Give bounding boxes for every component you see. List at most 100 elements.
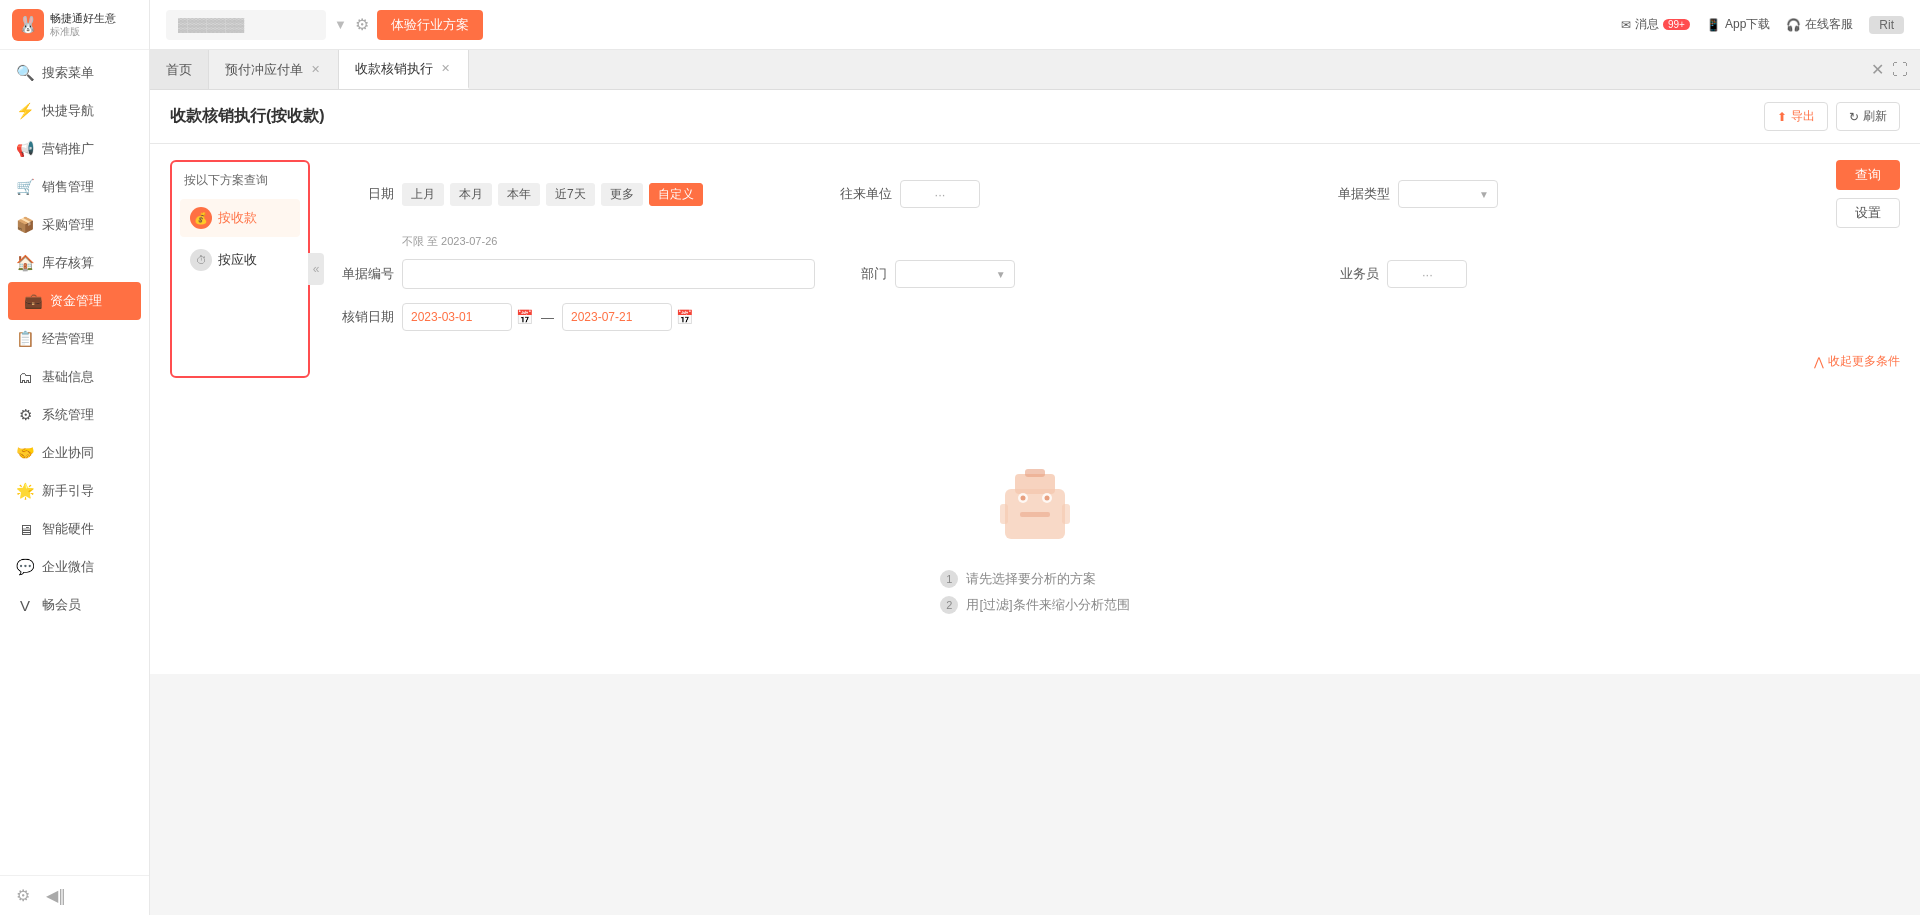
sidebar-item-shortcut[interactable]: ⚡快捷导航 xyxy=(0,92,149,130)
sidebar-item-sales[interactable]: 🛒销售管理 xyxy=(0,168,149,206)
filter-by-receipt[interactable]: 💰 按收款 xyxy=(180,199,300,237)
user-avatar[interactable]: Rit xyxy=(1869,16,1904,34)
tab-home[interactable]: 首页 xyxy=(150,50,209,89)
sidebar-bottom: ⚙ ◀‖ xyxy=(0,875,149,915)
tab-label-home: 首页 xyxy=(166,61,192,79)
page-content: 收款核销执行(按收款) ⬆ 导出 ↻ 刷新 按以下方案查询 💰 按收款 xyxy=(150,90,1920,915)
close-window-icon[interactable]: ✕ xyxy=(1871,60,1884,79)
shortcut-icon: ⚡ xyxy=(16,102,34,120)
sidebar-label-wechat: 企业微信 xyxy=(42,558,94,576)
refresh-button[interactable]: ↻ 刷新 xyxy=(1836,102,1900,131)
sidebar-item-system[interactable]: ⚙系统管理 xyxy=(0,396,149,434)
date-btn-本年[interactable]: 本年 xyxy=(498,183,540,206)
date-btn-上月[interactable]: 上月 xyxy=(402,183,444,206)
bill-type-field: 单据类型 ▼ xyxy=(1338,180,1816,208)
svg-rect-2 xyxy=(1025,469,1045,477)
sidebar: 🐰 畅捷通好生意 标准版 🔍搜索菜单⚡快捷导航📢营销推广🛒销售管理📦采购管理🏠库… xyxy=(0,0,150,915)
date-btn-自定义[interactable]: 自定义 xyxy=(649,183,703,206)
sidebar-item-marketing[interactable]: 📢营销推广 xyxy=(0,130,149,168)
message-button[interactable]: ✉ 消息 99+ xyxy=(1621,16,1690,33)
svg-rect-9 xyxy=(1062,504,1070,524)
sidebar-item-hardware[interactable]: 🖥智能硬件 xyxy=(0,510,149,548)
sidebar-item-inventory[interactable]: 🏠 库存核算 xyxy=(0,244,149,282)
main-area: ▓▓▓▓▓▓▓ ▼ ⚙ 体验行业方案 ✉ 消息 99+ 📱 App下载 🎧 在线… xyxy=(150,0,1920,915)
header-actions: ⬆ 导出 ↻ 刷新 xyxy=(1764,102,1900,131)
filter-area: 按以下方案查询 💰 按收款 ⏱ 按应收 « 日期 xyxy=(150,144,1920,394)
sidebar-item-wechat[interactable]: 💬企业微信 xyxy=(0,548,149,586)
sidebar-item-operation[interactable]: 📋 经营管理 xyxy=(0,320,149,358)
sidebar-label-inventory: 库存核算 xyxy=(42,254,94,272)
chevron-down-icon2: ▼ xyxy=(996,269,1006,280)
writeoff-date-label: 核销日期 xyxy=(342,308,394,326)
header-search-box: ▓▓▓▓▓▓▓ xyxy=(166,10,326,40)
sidebar-label-guide: 新手引导 xyxy=(42,482,94,500)
counterparty-input[interactable]: ··· xyxy=(900,180,980,208)
query-button[interactable]: 查询 xyxy=(1836,160,1900,190)
date-btn-近7天[interactable]: 近7天 xyxy=(546,183,595,206)
filter-right-form: 日期 上月本月本年近7天更多自定义 往来单位 ··· 单据类型 ▼ xyxy=(322,160,1900,378)
sidebar-item-guide[interactable]: 🌟 新手引导 xyxy=(0,472,149,510)
filter-row-3: 核销日期 📅 — 📅 xyxy=(342,303,1900,331)
tab-close-prepay[interactable]: ✕ xyxy=(309,63,322,76)
settings-button[interactable]: 设置 xyxy=(1836,198,1900,228)
service-icon: 🎧 xyxy=(1786,18,1801,32)
writeoff-date-field: 核销日期 📅 — 📅 xyxy=(342,303,1900,331)
employee-input[interactable]: ··· xyxy=(1387,260,1467,288)
gear-icon[interactable]: ⚙ xyxy=(355,15,369,34)
logo-icon: 🐰 xyxy=(12,9,44,41)
date-btn-本月[interactable]: 本月 xyxy=(450,183,492,206)
filter-by-receivable[interactable]: ⏱ 按应收 xyxy=(180,241,300,279)
svg-rect-8 xyxy=(1000,504,1008,524)
sidebar-label-basic: 基础信息 xyxy=(42,368,94,386)
sidebar-item-search[interactable]: 🔍搜索菜单 xyxy=(0,54,149,92)
svg-rect-7 xyxy=(1020,512,1050,517)
calendar-start-icon[interactable]: 📅 xyxy=(516,309,533,325)
sidebar-item-purchase[interactable]: 📦采购管理 xyxy=(0,206,149,244)
online-service-button[interactable]: 🎧 在线客服 xyxy=(1786,16,1853,33)
sidebar-label-operation: 经营管理 xyxy=(42,330,94,348)
department-select[interactable]: ▼ xyxy=(895,260,1015,288)
date-no-limit: 不限 至 2023-07-26 xyxy=(402,234,1900,249)
export-button[interactable]: ⬆ 导出 xyxy=(1764,102,1828,131)
empty-steps: 1 请先选择要分析的方案 2 用[过滤]条件来缩小分析范围 xyxy=(940,570,1129,614)
svg-point-6 xyxy=(1045,496,1050,501)
page-title: 收款核销执行(按收款) xyxy=(170,106,325,127)
step-1-text: 请先选择要分析的方案 xyxy=(966,570,1096,588)
calendar-end-icon[interactable]: 📅 xyxy=(676,309,693,325)
writeoff-date-end[interactable] xyxy=(562,303,672,331)
guide-icon: 🌟 xyxy=(16,482,34,500)
settings-icon[interactable]: ⚙ xyxy=(16,886,30,905)
date-quick-options: 上月本月本年近7天更多自定义 xyxy=(402,183,703,206)
collapse-filter-button[interactable]: « xyxy=(308,253,324,285)
message-icon: ✉ xyxy=(1621,18,1631,32)
date-range-separator: — xyxy=(541,310,554,325)
sidebar-menu: 🔍搜索菜单⚡快捷导航📢营销推广🛒销售管理📦采购管理 🏠 库存核算 💼资金管理 📋 经营管理… xyxy=(0,50,149,875)
more-conditions-toggle[interactable]: ⋀ 收起更多条件 xyxy=(342,345,1900,378)
message-badge: 99+ xyxy=(1663,19,1690,30)
refresh-icon: ↻ xyxy=(1849,110,1859,124)
basic-icon: 🗂 xyxy=(16,369,34,386)
sidebar-item-finance[interactable]: 💼资金管理 xyxy=(8,282,141,320)
writeoff-date-start[interactable] xyxy=(402,303,512,331)
filter-left-panel: 按以下方案查询 💰 按收款 ⏱ 按应收 « xyxy=(170,160,310,378)
tab-prepay[interactable]: 预付冲应付单✕ xyxy=(209,50,339,89)
sidebar-item-enterprise[interactable]: 🤝企业协同 xyxy=(0,434,149,472)
tab-receipt[interactable]: 收款核销执行✕ xyxy=(339,50,469,89)
step-2-num: 2 xyxy=(940,596,958,614)
sidebar-item-basic[interactable]: 🗂 基础信息 xyxy=(0,358,149,396)
maximize-icon[interactable]: ⛶ xyxy=(1892,61,1908,79)
app-icon: 📱 xyxy=(1706,18,1721,32)
tab-close-receipt[interactable]: ✕ xyxy=(439,62,452,75)
empty-step-2: 2 用[过滤]条件来缩小分析范围 xyxy=(940,596,1129,614)
industry-button[interactable]: 体验行业方案 xyxy=(377,10,483,40)
app-download-button[interactable]: 📱 App下载 xyxy=(1706,16,1770,33)
bill-number-field: 单据编号 xyxy=(342,259,815,289)
operation-icon: 📋 xyxy=(16,330,34,348)
bill-number-input[interactable] xyxy=(402,259,815,289)
sidebar-item-member[interactable]: V畅会员 xyxy=(0,586,149,624)
bill-type-select[interactable]: ▼ xyxy=(1398,180,1498,208)
collapse-sidebar-icon[interactable]: ◀‖ xyxy=(46,886,66,905)
inventory-icon: 🏠 xyxy=(16,254,34,272)
date-btn-更多[interactable]: 更多 xyxy=(601,183,643,206)
purchase-icon: 📦 xyxy=(16,216,34,234)
